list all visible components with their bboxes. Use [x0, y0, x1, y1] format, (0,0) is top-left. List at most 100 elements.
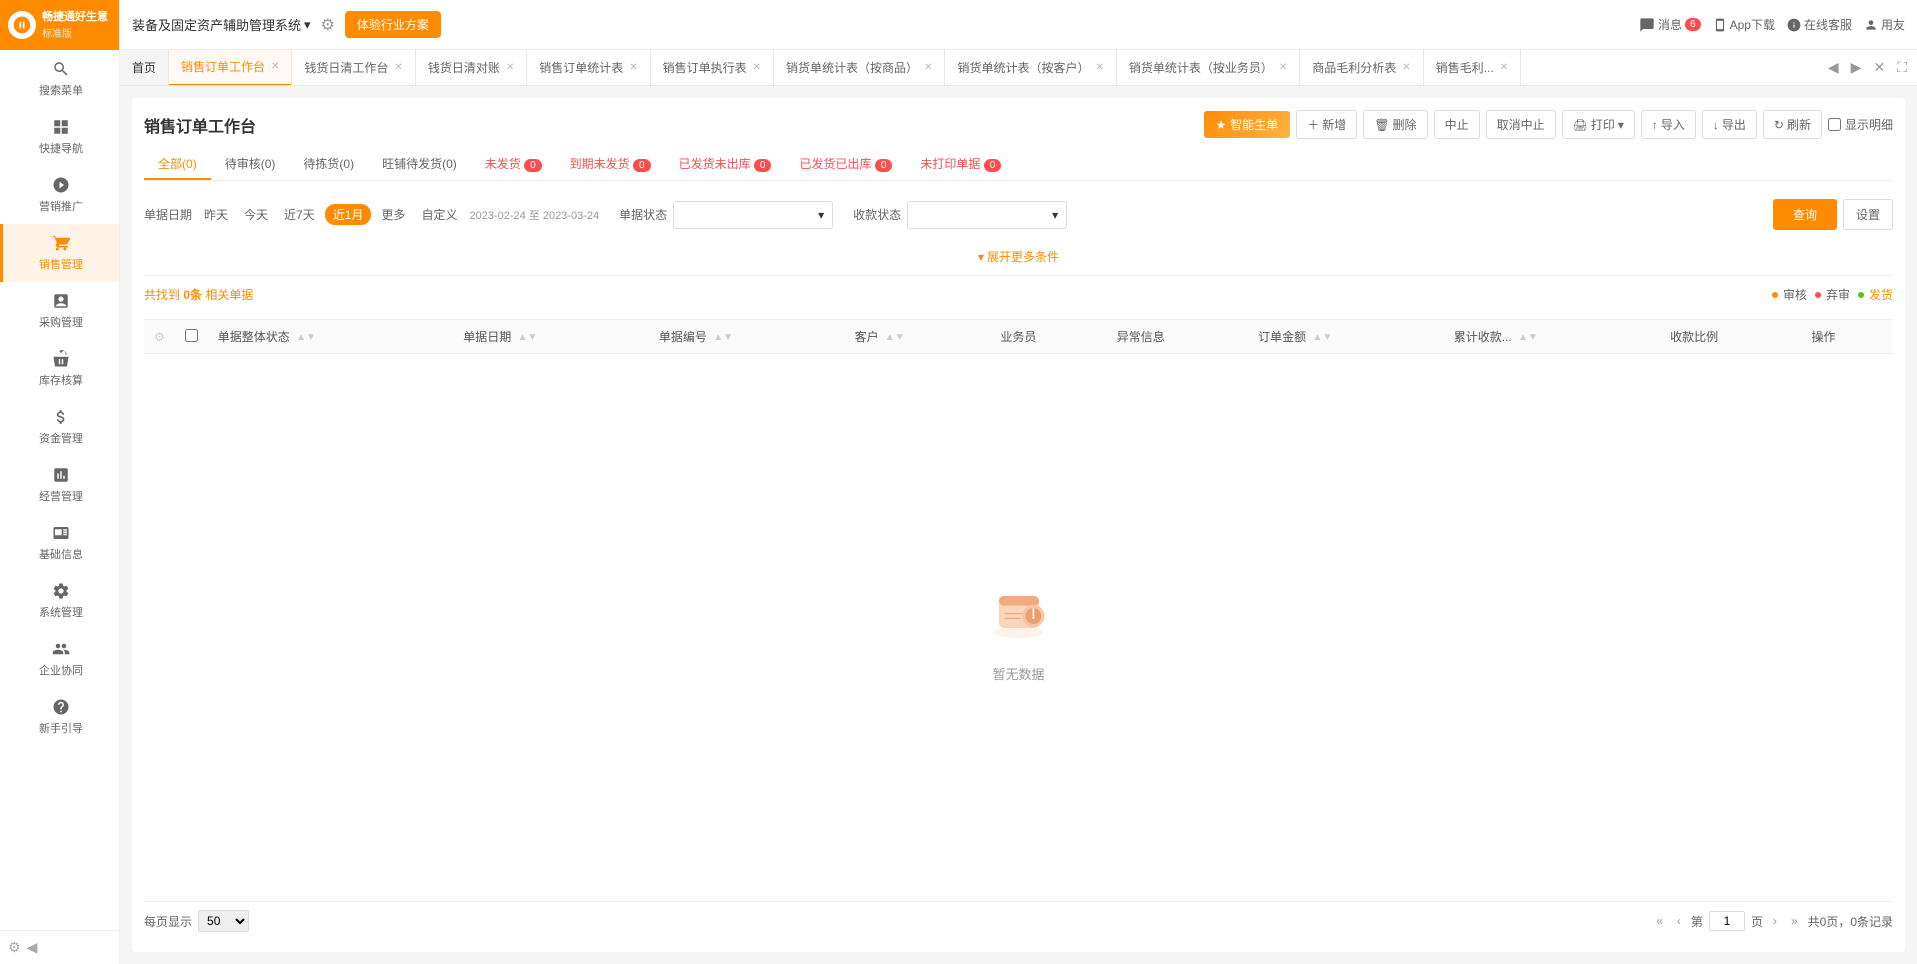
- tab-cash-reconcile-close[interactable]: ✕: [506, 62, 514, 73]
- tab-next-btn[interactable]: ▶: [1847, 57, 1866, 78]
- query-btn[interactable]: 查询: [1773, 199, 1837, 230]
- tab-sales-summary-staff[interactable]: 销货单统计表（按业务员） ✕: [1117, 50, 1300, 86]
- action-ship[interactable]: 发货: [1858, 286, 1893, 303]
- date-opt-1month[interactable]: 近1月: [325, 204, 372, 225]
- page-input[interactable]: 1: [1709, 911, 1745, 931]
- system-title-dropdown[interactable]: 装备及固定资产辅助管理系统 ▾: [132, 15, 311, 34]
- tab-sales-more-close[interactable]: ✕: [1500, 62, 1508, 73]
- status-tab-shipped-not-out[interactable]: 已发货未出库 0: [665, 149, 786, 180]
- tab-home[interactable]: 首页: [120, 50, 169, 86]
- col-checkbox[interactable]: [175, 320, 208, 354]
- user-btn[interactable]: 用友: [1864, 16, 1905, 33]
- tab-sales-exec[interactable]: 销售订单执行表 ✕: [651, 50, 774, 86]
- page-next-btn[interactable]: ›: [1769, 912, 1781, 930]
- import-btn[interactable]: ↑ 导入: [1641, 110, 1696, 139]
- sidebar-item-basic[interactable]: 基础信息: [0, 514, 119, 572]
- tab-sales-summary-product[interactable]: 销货单统计表（按商品） ✕: [774, 50, 945, 86]
- status-select[interactable]: ▾: [673, 201, 833, 229]
- status-tab-not-printed[interactable]: 未打印单据 0: [906, 149, 1015, 180]
- status-tab-not-shipped[interactable]: 未发货 0: [471, 149, 556, 180]
- export-btn[interactable]: ↓ 导出: [1702, 110, 1757, 139]
- sidebar-item-quick-nav[interactable]: 快捷导航: [0, 108, 119, 166]
- status-tab-shipped-out[interactable]: 已发货已出库 0: [785, 149, 906, 180]
- message-btn[interactable]: 消息 6: [1639, 16, 1701, 33]
- settings-bottom-icon[interactable]: ⚙: [8, 939, 21, 956]
- status-tab-all[interactable]: 全部(0): [144, 149, 211, 180]
- status-tab-pending-pick[interactable]: 待拣货(0): [289, 149, 368, 180]
- collapse-icon[interactable]: ◀: [27, 939, 38, 956]
- tab-sales-summary-customer[interactable]: 销货单统计表（按客户） ✕: [945, 50, 1116, 86]
- pagination: 每页显示 50 10 20 100 « ‹ 第 1 页 › »: [144, 901, 1893, 940]
- sidebar-item-enterprise[interactable]: 企业协同: [0, 630, 119, 688]
- tab-expand-btn[interactable]: ⛶: [1893, 57, 1911, 78]
- header-settings-icon[interactable]: ⚙: [321, 15, 335, 35]
- sidebar-item-marketing[interactable]: 营销推广: [0, 166, 119, 224]
- payment-select[interactable]: ▾: [907, 201, 1067, 229]
- tab-cash-reconcile[interactable]: 钱货日清对账 ✕: [416, 50, 527, 86]
- tab-sales-summary-product-close[interactable]: ✕: [924, 62, 932, 73]
- tab-sales-summary-customer-close[interactable]: ✕: [1095, 62, 1103, 73]
- print-btn[interactable]: 🖨 打印 ▾: [1562, 110, 1635, 139]
- tab-sales-workbench[interactable]: 销售订单工作台 ✕: [169, 50, 292, 86]
- sort-amount-icon[interactable]: ▲▼: [1312, 333, 1332, 343]
- per-page-select[interactable]: 50 10 20 100: [198, 910, 249, 932]
- select-all-checkbox[interactable]: [185, 329, 198, 342]
- show-detail-checkbox-group[interactable]: 显示明细: [1828, 116, 1893, 133]
- tab-sales-stat[interactable]: 销售订单统计表 ✕: [527, 50, 650, 86]
- page-last-btn[interactable]: »: [1787, 912, 1802, 930]
- tab-product-margin[interactable]: 商品毛利分析表 ✕: [1300, 50, 1423, 86]
- ai-btn[interactable]: ★ 智能生单: [1204, 111, 1291, 138]
- tab-sales-stat-close[interactable]: ✕: [629, 62, 637, 73]
- app-download-btn[interactable]: App下载: [1713, 16, 1775, 33]
- expand-btn[interactable]: ▾ 展开更多条件: [978, 248, 1059, 265]
- online-service-btn[interactable]: 在线客服: [1787, 16, 1852, 33]
- stop-label: 中止: [1445, 116, 1469, 133]
- tab-sales-summary-staff-close[interactable]: ✕: [1279, 62, 1287, 73]
- sidebar-item-guide[interactable]: 新手引导: [0, 688, 119, 746]
- sidebar-item-inventory[interactable]: 库存核算: [0, 340, 119, 398]
- action-review[interactable]: 审核: [1772, 286, 1807, 303]
- add-btn[interactable]: ＋ 新增: [1296, 110, 1357, 139]
- tab-cash-daily[interactable]: 钱货日清工作台 ✕: [292, 50, 415, 86]
- set-btn[interactable]: 设置: [1843, 199, 1893, 230]
- tab-prev-btn[interactable]: ◀: [1824, 57, 1843, 78]
- tab-close-all-btn[interactable]: ✕: [1869, 57, 1889, 78]
- sort-date-icon[interactable]: ▲▼: [518, 333, 538, 343]
- date-opt-yesterday[interactable]: 昨天: [198, 204, 234, 225]
- sidebar-item-finance[interactable]: 资金管理: [0, 398, 119, 456]
- industry-btn[interactable]: 体验行业方案: [345, 11, 441, 38]
- status-tab-pending-review[interactable]: 待审核(0): [211, 149, 290, 180]
- sidebar-item-system[interactable]: 系统管理: [0, 572, 119, 630]
- col-settings[interactable]: ⚙: [144, 320, 175, 354]
- stop-btn[interactable]: 中止: [1434, 110, 1480, 139]
- delete-btn[interactable]: 🗑 删除: [1363, 110, 1427, 139]
- cancel-stop-btn[interactable]: 取消中止: [1486, 110, 1556, 139]
- refresh-btn[interactable]: ↻ 刷新: [1763, 110, 1822, 139]
- status-tab-wangpu[interactable]: 旺铺待发货(0): [368, 149, 471, 180]
- tab-product-margin-close[interactable]: ✕: [1402, 62, 1410, 73]
- date-opt-more[interactable]: 更多: [375, 204, 411, 225]
- page-prev-btn[interactable]: ‹: [1673, 912, 1685, 930]
- sidebar-item-sales[interactable]: 销售管理: [0, 224, 119, 282]
- action-unreviewed[interactable]: 弃审: [1815, 286, 1850, 303]
- export-label: 导出: [1722, 116, 1746, 133]
- sort-status-icon[interactable]: ▲▼: [296, 333, 316, 343]
- date-opt-custom[interactable]: 自定义: [415, 204, 463, 225]
- date-opt-today[interactable]: 今天: [238, 204, 274, 225]
- sidebar-item-operations[interactable]: 经营管理: [0, 456, 119, 514]
- tab-sales-workbench-close[interactable]: ✕: [271, 61, 279, 72]
- status-tab-overdue[interactable]: 到期未发货 0: [556, 149, 665, 180]
- tab-sales-exec-close[interactable]: ✕: [753, 62, 761, 73]
- star-icon: ★: [1216, 118, 1227, 132]
- sort-received-icon[interactable]: ▲▼: [1518, 333, 1538, 343]
- sort-customer-icon[interactable]: ▲▼: [885, 333, 905, 343]
- action-unreviewed-label: 弃审: [1826, 286, 1850, 303]
- sort-number-icon[interactable]: ▲▼: [713, 333, 733, 343]
- show-detail-checkbox[interactable]: [1828, 118, 1841, 131]
- date-opt-7days[interactable]: 近7天: [278, 204, 321, 225]
- page-first-btn[interactable]: «: [1652, 912, 1667, 930]
- tab-sales-more[interactable]: 销售毛利... ✕: [1424, 50, 1521, 86]
- sidebar-item-purchase[interactable]: 采购管理: [0, 282, 119, 340]
- sidebar-item-search[interactable]: 搜索菜单: [0, 50, 119, 108]
- tab-cash-daily-close[interactable]: ✕: [394, 62, 402, 73]
